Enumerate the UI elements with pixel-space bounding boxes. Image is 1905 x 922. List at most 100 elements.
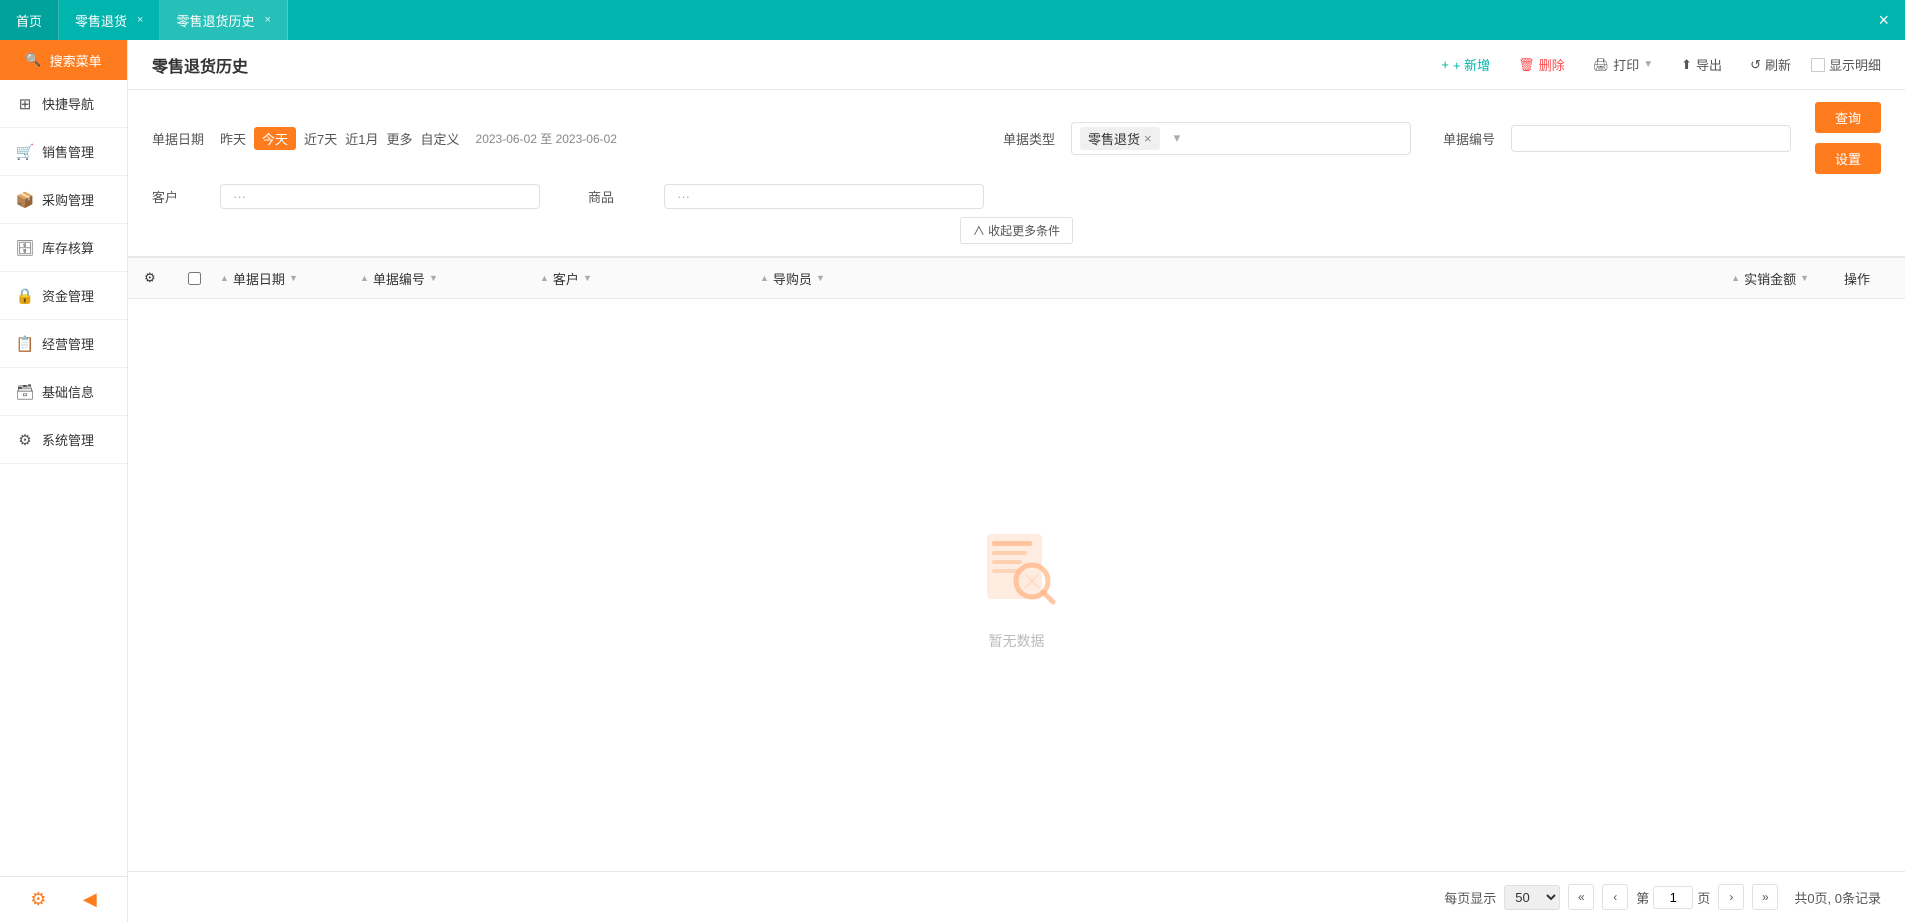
page-number-input[interactable]: 1 [1653, 886, 1693, 909]
sort-down-guide-icon: ▼ [816, 273, 825, 283]
tab-retail-return-history[interactable]: 零售退货历史 × [160, 0, 287, 40]
prev-page-button[interactable]: ‹ [1602, 884, 1628, 910]
sidebar-item-basic-label: 基础信息 [42, 382, 94, 401]
th-amount[interactable]: ▲ 实销金额 ▼ [952, 269, 1817, 288]
th-date[interactable]: ▲ 单据日期 ▼ [212, 269, 352, 288]
date-opt-yesterday[interactable]: 昨天 [220, 129, 246, 148]
print-arrow-icon: ▼ [1643, 59, 1653, 70]
search-menu-bar[interactable]: 🔍 搜索菜单 [0, 40, 127, 80]
th-billno[interactable]: ▲ 单据编号 ▼ [352, 269, 532, 288]
delete-label: 删除 [1539, 55, 1565, 74]
collapse-button[interactable]: ∧ 收起更多条件 [960, 217, 1073, 244]
empty-text: 暂无数据 [989, 631, 1045, 651]
collapse-row: ∧ 收起更多条件 [152, 217, 1881, 244]
page-input-wrap: 第 1 页 [1636, 886, 1710, 909]
delete-button[interactable]: 🗑 删除 [1510, 51, 1573, 78]
sidebar-item-quick-nav[interactable]: ⊞ 快捷导航 [0, 80, 127, 128]
filter-row-1: 单据日期 昨天 今天 近7天 近1月 更多 自定义 2023-06-02 至 2… [152, 102, 1881, 174]
show-detail-checkbox[interactable] [1811, 58, 1825, 72]
gear-icon: ⚙ [144, 270, 156, 286]
next-page-button[interactable]: › [1718, 884, 1744, 910]
sort-up-customer-icon: ▲ [540, 273, 549, 283]
bill-no-input[interactable] [1511, 125, 1791, 152]
bill-type-input[interactable]: 零售退货 × ▾ [1071, 122, 1411, 155]
sidebar-item-purchase-mgmt[interactable]: 📦 采购管理 [0, 176, 127, 224]
settings-bottom-icon[interactable]: ⚙ [30, 889, 46, 910]
export-label: 导出 [1696, 55, 1722, 74]
th-customer-label: 客户 [553, 269, 579, 288]
page-header: 零售退货历史 + + 新增 🗑 删除 🖨 打印 ▼ ⬆ 导出 [128, 40, 1905, 90]
bill-type-filter: 单据类型 零售退货 × ▾ [1003, 122, 1411, 155]
date-opt-custom[interactable]: 自定义 [421, 129, 460, 148]
content-area: 零售退货历史 + + 新增 🗑 删除 🖨 打印 ▼ ⬆ 导出 [128, 40, 1905, 922]
customer-dots: ··· [233, 189, 246, 204]
sidebar-item-operations-mgmt[interactable]: 📋 经营管理 [0, 320, 127, 368]
tab-retail-return-history-close[interactable]: × [264, 14, 270, 26]
th-action: 操作 [1817, 269, 1897, 288]
sidebar-item-operations-label: 经营管理 [42, 334, 94, 353]
tab-retail-return-history-label: 零售退货历史 [176, 11, 254, 30]
sidebar-menu: ⊞ 快捷导航 🛒 销售管理 📦 采购管理 🗄 库存核算 🔒 资金管理 📋 [0, 80, 127, 876]
sidebar-item-quick-nav-label: 快捷导航 [42, 94, 94, 113]
select-all-checkbox[interactable] [188, 272, 201, 285]
th-checkbox[interactable] [176, 272, 212, 285]
tab-retail-return[interactable]: 零售退货 × [59, 0, 160, 40]
customer-input[interactable]: ··· [220, 184, 540, 209]
first-page-button[interactable]: « [1568, 884, 1594, 910]
sort-up-guide-icon: ▲ [760, 273, 769, 283]
tab-retail-return-close[interactable]: × [137, 14, 143, 26]
date-options: 昨天 今天 近7天 近1月 更多 自定义 2023-06-02 至 2023-0… [220, 127, 617, 150]
print-button[interactable]: 🖨 打印 ▼ [1585, 51, 1661, 78]
customer-label: 客户 [152, 187, 212, 206]
export-button[interactable]: ⬆ 导出 [1673, 51, 1730, 78]
print-label: 打印 [1613, 55, 1639, 74]
sidebar-bottom: ⚙ ◀ [0, 876, 127, 922]
goods-input[interactable]: ··· [664, 184, 984, 209]
th-guide[interactable]: ▲ 导购员 ▼ [752, 269, 952, 288]
window-close-button[interactable]: × [1878, 10, 1905, 31]
main-layout: 🔍 搜索菜单 ⊞ 快捷导航 🛒 销售管理 📦 采购管理 🗄 库存核算 🔒 [0, 40, 1905, 922]
th-date-label: 单据日期 [233, 269, 285, 288]
th-customer[interactable]: ▲ 客户 ▼ [532, 269, 752, 288]
bill-type-tag: 零售退货 × [1080, 127, 1160, 150]
th-gear[interactable]: ⚙ [136, 270, 176, 286]
bill-type-tag-close[interactable]: × [1144, 131, 1152, 146]
table-area: ⚙ ▲ 单据日期 ▼ ▲ 单据编号 ▼ ▲ 客户 ▼ [128, 257, 1905, 922]
show-detail-label-text: 显示明细 [1829, 55, 1881, 74]
filter-row-2: 客户 ··· 商品 ··· [152, 184, 1881, 209]
sidebar-item-inventory-calc[interactable]: 🗄 库存核算 [0, 224, 127, 272]
date-opt-today[interactable]: 今天 [254, 127, 296, 150]
last-page-button[interactable]: » [1752, 884, 1778, 910]
refresh-label: 刷新 [1765, 55, 1791, 74]
tab-home[interactable]: 首页 [0, 0, 59, 40]
sidebar-item-basic-info[interactable]: 🗃 基础信息 [0, 368, 127, 416]
sidebar-item-sales-mgmt[interactable]: 🛒 销售管理 [0, 128, 127, 176]
bill-type-label: 单据类型 [1003, 129, 1063, 148]
pagination: 每页显示 50 100 200 « ‹ 第 1 页 › » 共0页, 0条记录 [128, 871, 1905, 922]
date-opt-more[interactable]: 更多 [387, 129, 413, 148]
sidebar-item-finance-mgmt[interactable]: 🔒 资金管理 [0, 272, 127, 320]
bill-type-tag-text: 零售退货 [1088, 129, 1140, 148]
page-size-select[interactable]: 50 100 200 [1504, 885, 1560, 910]
operations-icon: 📋 [16, 335, 34, 353]
sidebar-item-purchase-label: 采购管理 [42, 190, 94, 209]
search-icon: 🔍 [25, 52, 41, 68]
date-opt-7days[interactable]: 近7天 [304, 129, 337, 148]
collapse-sidebar-icon[interactable]: ◀ [83, 889, 97, 910]
sort-up-date-icon: ▲ [220, 273, 229, 283]
basic-icon: 🗃 [16, 383, 34, 401]
page-size-label: 每页显示 [1444, 888, 1496, 907]
setting-button[interactable]: 设置 [1815, 143, 1881, 174]
show-detail-wrap: 显示明细 [1811, 55, 1881, 74]
th-action-label: 操作 [1844, 269, 1870, 288]
page-label: 第 [1636, 888, 1649, 907]
page-title: 零售退货历史 [152, 53, 248, 77]
table-header: ⚙ ▲ 单据日期 ▼ ▲ 单据编号 ▼ ▲ 客户 ▼ [128, 257, 1905, 299]
purchase-icon: 📦 [16, 191, 34, 209]
query-button[interactable]: 查询 [1815, 102, 1881, 133]
refresh-button[interactable]: ↺ 刷新 [1742, 51, 1799, 78]
sidebar-item-system-mgmt[interactable]: ⚙ 系统管理 [0, 416, 127, 464]
new-button[interactable]: + + 新增 [1433, 51, 1498, 78]
date-opt-1month[interactable]: 近1月 [345, 129, 378, 148]
system-icon: ⚙ [16, 431, 34, 449]
